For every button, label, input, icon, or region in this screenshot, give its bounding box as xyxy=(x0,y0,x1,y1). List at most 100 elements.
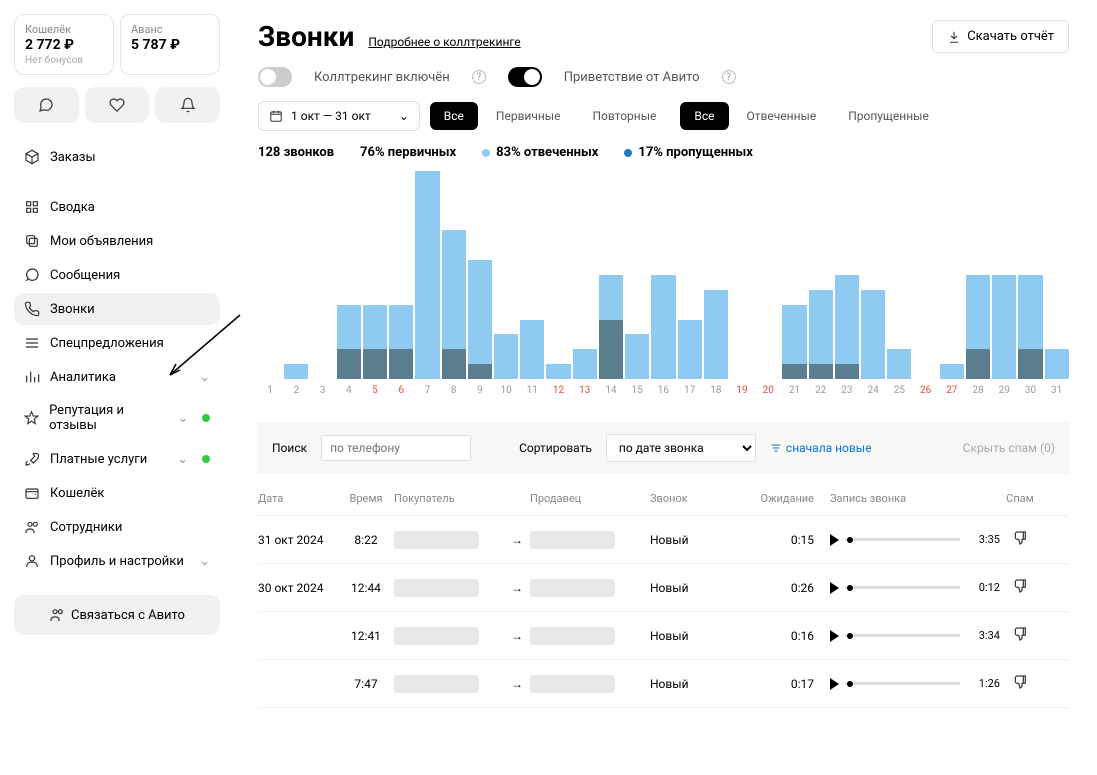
date-range-picker[interactable]: 1 окт — 31 окт ⌄ xyxy=(258,101,420,131)
progress-bar[interactable] xyxy=(845,538,960,541)
chart-bar[interactable]: 3 xyxy=(310,171,334,396)
nav-item-Сводка[interactable]: Сводка xyxy=(14,191,220,223)
advance-card[interactable]: Аванс 5 787 ₽ xyxy=(120,14,220,75)
chart-bar[interactable]: 1 xyxy=(258,171,282,396)
play-icon[interactable] xyxy=(830,630,839,642)
hide-spam-link[interactable]: Скрыть спам (0) xyxy=(963,441,1055,455)
chart-bar[interactable]: 20 xyxy=(756,171,780,396)
chart-bar[interactable]: 10 xyxy=(494,171,518,396)
chart-bar[interactable]: 24 xyxy=(861,171,885,396)
wallet-card[interactable]: Кошелёк 2 772 ₽ Нет бонусов xyxy=(14,14,114,75)
arrow-icon: → xyxy=(504,629,530,643)
calls-table: Дата Время Покупатель Продавец Звонок Ож… xyxy=(258,482,1069,708)
buyer-redacted xyxy=(394,627,479,645)
chart-bar[interactable]: 5 xyxy=(363,171,387,396)
chart-bar[interactable]: 21 xyxy=(782,171,806,396)
greeting-toggle[interactable] xyxy=(508,67,542,87)
contact-button[interactable]: Связаться с Авито xyxy=(14,595,220,635)
audio-player[interactable]: 1:26 xyxy=(830,677,1000,690)
greeting-label: Приветствие от Авито xyxy=(564,70,700,85)
filter-pill[interactable]: Все xyxy=(430,102,478,130)
seller-redacted xyxy=(530,675,615,693)
x-tick: 23 xyxy=(841,385,852,396)
download-button[interactable]: Скачать отчёт xyxy=(932,20,1069,53)
nav-item-Репутация и отзывы[interactable]: Репутация и отзывы⌄ xyxy=(14,395,220,441)
nav-item-Аналитика[interactable]: Аналитика⌄ xyxy=(14,361,220,393)
nav-item-Кошелёк[interactable]: Кошелёк xyxy=(14,477,220,509)
chart-bar[interactable]: 7 xyxy=(415,171,439,396)
about-link[interactable]: Подробнее о коллтрекинге xyxy=(368,35,520,49)
chart-bar[interactable]: 29 xyxy=(992,171,1016,396)
chart-bar[interactable]: 28 xyxy=(966,171,990,396)
x-tick: 19 xyxy=(736,385,747,396)
play-icon[interactable] xyxy=(830,582,839,594)
progress-bar[interactable] xyxy=(845,682,960,685)
table-row: 31 окт 20248:22→Новый0:153:35 xyxy=(258,516,1069,564)
nav-item-Сообщения[interactable]: Сообщения xyxy=(14,259,220,291)
bell-shortcut[interactable] xyxy=(155,87,220,123)
chart-bar[interactable]: 26 xyxy=(913,171,937,396)
chart-bar[interactable]: 27 xyxy=(940,171,964,396)
chart-bar[interactable]: 2 xyxy=(284,171,308,396)
chart-bar[interactable]: 4 xyxy=(337,171,361,396)
nav-item-Платные услуги[interactable]: Платные услуги⌄ xyxy=(14,443,220,475)
progress-bar[interactable] xyxy=(845,586,960,589)
chart-bar[interactable]: 11 xyxy=(520,171,544,396)
heart-shortcut[interactable] xyxy=(85,87,150,123)
nav-item-Звонки[interactable]: Звонки xyxy=(14,293,220,325)
chart-bar[interactable]: 25 xyxy=(887,171,911,396)
chart-bar[interactable]: 9 xyxy=(468,171,492,396)
nav-item-Заказы[interactable]: Заказы xyxy=(14,141,220,173)
filter-pill[interactable]: Пропущенные xyxy=(834,102,943,130)
chart-bar[interactable]: 13 xyxy=(573,171,597,396)
chart-bar[interactable]: 8 xyxy=(442,171,466,396)
help-icon[interactable]: ? xyxy=(722,70,736,84)
search-input[interactable] xyxy=(321,435,471,461)
nav-item-Сотрудники[interactable]: Сотрудники xyxy=(14,511,220,543)
nav-item-Спецпредложения[interactable]: Спецпредложения xyxy=(14,327,220,359)
nav-item-Мои объявления[interactable]: Мои объявления xyxy=(14,225,220,257)
audio-player[interactable]: 0:12 xyxy=(830,581,1000,594)
thumb-down-icon[interactable] xyxy=(1012,530,1028,546)
chart-bar[interactable]: 30 xyxy=(1018,171,1042,396)
heart-icon xyxy=(109,97,125,113)
help-icon[interactable]: ? xyxy=(472,70,486,84)
chart-bar[interactable]: 12 xyxy=(546,171,570,396)
chart-bar[interactable]: 19 xyxy=(730,171,754,396)
status-dot xyxy=(202,414,210,422)
chart-bar[interactable]: 17 xyxy=(678,171,702,396)
thumb-down-icon[interactable] xyxy=(1012,674,1028,690)
calltracking-toggle[interactable] xyxy=(258,67,292,87)
nav-item-Профиль и настройки[interactable]: Профиль и настройки⌄ xyxy=(14,545,220,577)
table-row: 30 окт 202412:44→Новый0:260:12 xyxy=(258,564,1069,612)
progress-bar[interactable] xyxy=(845,634,960,637)
sort-select[interactable]: по дате звонка xyxy=(606,434,756,462)
chart-bar[interactable]: 15 xyxy=(625,171,649,396)
x-tick: 31 xyxy=(1051,385,1062,396)
x-tick: 9 xyxy=(477,385,483,396)
chat-shortcut[interactable] xyxy=(14,87,79,123)
chart-bar[interactable]: 14 xyxy=(599,171,623,396)
filter-pill[interactable]: Отвеченные xyxy=(733,102,831,130)
filter-pill[interactable]: Первичные xyxy=(482,102,575,130)
play-icon[interactable] xyxy=(830,678,839,690)
chart-bar[interactable]: 18 xyxy=(704,171,728,396)
filter-pill[interactable]: Повторные xyxy=(578,102,670,130)
primary-filter-group: ВсеПервичныеПовторные xyxy=(430,102,671,130)
thumb-down-icon[interactable] xyxy=(1012,578,1028,594)
x-tick: 13 xyxy=(579,385,590,396)
audio-player[interactable]: 3:34 xyxy=(830,629,1000,642)
chart-bar[interactable]: 6 xyxy=(389,171,413,396)
chart-bar[interactable]: 22 xyxy=(809,171,833,396)
page-title: Звонки xyxy=(258,20,354,53)
chart-bar[interactable]: 31 xyxy=(1045,171,1069,396)
chart-bar[interactable]: 23 xyxy=(835,171,859,396)
filter-pill[interactable]: Все xyxy=(680,102,728,130)
sort-order-link[interactable]: сначала новые xyxy=(770,441,872,455)
x-tick: 18 xyxy=(710,385,721,396)
thumb-down-icon[interactable] xyxy=(1012,626,1028,642)
audio-player[interactable]: 3:35 xyxy=(830,533,1000,546)
summary-answered: 83% отвеченных xyxy=(496,145,598,160)
play-icon[interactable] xyxy=(830,534,839,546)
chart-bar[interactable]: 16 xyxy=(651,171,675,396)
